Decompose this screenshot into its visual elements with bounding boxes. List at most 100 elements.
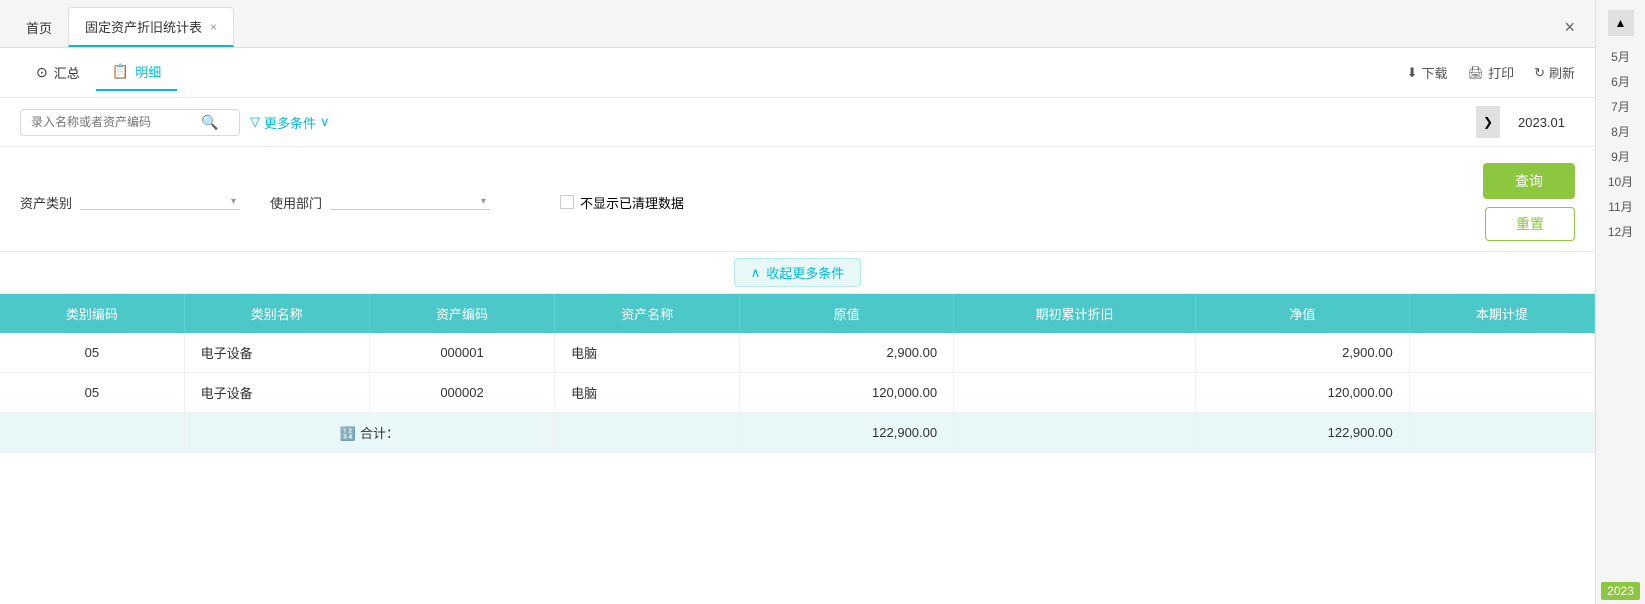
tab-home-label: 首页 [26, 18, 52, 37]
cell-net-value: 120,000.00 [1196, 373, 1410, 413]
search-icon[interactable]: 🔍 [201, 114, 218, 131]
top-actions: ⬇ 下载 🖨 打印 ↻ 刷新 [1407, 63, 1575, 82]
reset-button[interactable]: 重置 [1485, 207, 1575, 241]
summary-row: 🔢合计： 122,900.00 122,900.00 [0, 413, 1595, 453]
col-asset-name: 资产名称 [555, 294, 740, 333]
date-display: 2023.01 [1508, 115, 1575, 130]
nav-up-button[interactable]: ▲ [1608, 10, 1634, 36]
query-button[interactable]: 查询 [1483, 163, 1575, 199]
detail-icon: 📋 [112, 63, 129, 80]
chevron-down-icon: ∨ [320, 114, 330, 130]
asset-category-select[interactable]: ▾ [80, 194, 240, 210]
refresh-icon: ↻ [1534, 65, 1545, 81]
col-initial-depreciation: 期初累计折旧 [954, 294, 1196, 333]
cell-asset-code: 000002 [369, 373, 554, 413]
download-button[interactable]: ⬇ 下载 [1407, 63, 1448, 82]
cell-initial-depreciation [954, 373, 1196, 413]
table-container: 类别编码 类别名称 资产编码 资产名称 原值 期初累计折旧 净值 本期计提 05… [0, 294, 1595, 604]
refresh-button[interactable]: ↻ 刷新 [1534, 63, 1575, 82]
summary-current-provision [1409, 413, 1594, 453]
col-category-code: 类别编码 [0, 294, 184, 333]
collapse-label: 收起更多条件 [766, 263, 844, 282]
month-item[interactable]: 7月 [1602, 94, 1639, 119]
table-body: 05 电子设备 000001 电脑 2,900.00 2,900.00 05 电… [0, 333, 1595, 453]
window-close-button[interactable]: × [1554, 7, 1585, 47]
filter-btn-group: 查询 重置 [1483, 163, 1575, 241]
table-row: 05 电子设备 000002 电脑 120,000.00 120,000.00 [0, 373, 1595, 413]
top-nav: ⊙ 汇总 📋 明细 ⬇ 下载 🖨 打印 ↻ 刷新 [0, 48, 1595, 98]
col-original-value: 原值 [740, 294, 954, 333]
print-label: 打印 [1488, 63, 1514, 82]
month-item[interactable]: 11月 [1602, 194, 1639, 219]
month-item[interactable]: 6月 [1602, 69, 1639, 94]
month-item[interactable]: 5月 [1602, 44, 1639, 69]
collapse-bar: ∧ 收起更多条件 [0, 252, 1595, 294]
summary-initial-depreciation [954, 413, 1196, 453]
cell-category-name: 电子设备 [184, 333, 369, 373]
cell-category-code: 05 [0, 333, 184, 373]
asset-category-arrow: ▾ [231, 196, 236, 207]
col-asset-code: 资产编码 [369, 294, 554, 333]
hide-cleared-field: 不显示已清理数据 [560, 193, 684, 212]
filter-bar: 🔍 ▽ 更多条件 ∨ ❯ 2023.01 [0, 98, 1595, 147]
asset-category-field: 资产类别 ▾ [20, 193, 240, 212]
summary-label: 🔢合计： [184, 413, 555, 453]
collapse-up-icon: ∧ [751, 265, 761, 281]
summary-icon-cell [0, 413, 184, 453]
cell-category-name: 电子设备 [184, 373, 369, 413]
advanced-filter-panel: 资产类别 ▾ 使用部门 ▾ 不显示已清理数据 查询 重置 [0, 147, 1595, 252]
use-department-select[interactable]: ▾ [330, 194, 490, 210]
more-filter-button[interactable]: ▽ 更多条件 ∨ [250, 113, 330, 132]
month-item[interactable]: 10月 [1602, 169, 1639, 194]
refresh-label: 刷新 [1549, 63, 1575, 82]
cell-asset-name: 电脑 [555, 373, 740, 413]
print-button[interactable]: 🖨 打印 [1468, 63, 1515, 82]
detail-tab-button[interactable]: 📋 明细 [96, 54, 177, 91]
summary-btn-label: 汇总 [54, 63, 80, 82]
more-conditions-label: 更多条件 [264, 113, 316, 132]
summary-icon: ⊙ [36, 64, 48, 81]
data-table: 类别编码 类别名称 资产编码 资产名称 原值 期初累计折旧 净值 本期计提 05… [0, 294, 1595, 453]
month-item[interactable]: 8月 [1602, 119, 1639, 144]
summary-tab-button[interactable]: ⊙ 汇总 [20, 55, 96, 90]
col-net-value: 净值 [1196, 294, 1410, 333]
cell-asset-name: 电脑 [555, 333, 740, 373]
filter-icon: ▽ [250, 114, 260, 130]
summary-asset-name [555, 413, 740, 453]
cell-current-provision [1409, 333, 1594, 373]
collapse-button[interactable]: ∧ 收起更多条件 [734, 258, 862, 287]
summary-net-value: 122,900.00 [1196, 413, 1410, 453]
year-badge[interactable]: 2023 [1601, 582, 1640, 600]
tab-close-icon[interactable]: × [210, 20, 217, 34]
tab-active[interactable]: 固定资产折旧统计表 × [68, 7, 234, 47]
cell-category-code: 05 [0, 373, 184, 413]
table-row: 05 电子设备 000001 电脑 2,900.00 2,900.00 [0, 333, 1595, 373]
summary-list-icon: 🔢 [340, 426, 356, 441]
tab-bar: 首页 固定资产折旧统计表 × × [0, 0, 1595, 48]
cell-current-provision [1409, 373, 1594, 413]
download-icon: ⬇ [1407, 65, 1418, 81]
cell-net-value: 2,900.00 [1196, 333, 1410, 373]
month-list: 5月6月7月8月9月10月11月12月 [1602, 44, 1639, 244]
table-header: 类别编码 类别名称 资产编码 资产名称 原值 期初累计折旧 净值 本期计提 [0, 294, 1595, 333]
use-department-label: 使用部门 [270, 193, 322, 212]
cell-asset-code: 000001 [369, 333, 554, 373]
summary-original-value: 122,900.00 [740, 413, 954, 453]
col-current-provision: 本期计提 [1409, 294, 1594, 333]
download-label: 下载 [1422, 63, 1448, 82]
detail-btn-label: 明细 [135, 62, 161, 81]
search-input[interactable] [31, 115, 201, 129]
search-wrap: 🔍 [20, 109, 240, 136]
cell-initial-depreciation [954, 333, 1196, 373]
cell-original-value: 2,900.00 [740, 333, 954, 373]
hide-cleared-checkbox[interactable] [560, 195, 574, 209]
tab-home[interactable]: 首页 [10, 7, 68, 47]
cell-original-value: 120,000.00 [740, 373, 954, 413]
tab-active-label: 固定资产折旧统计表 [85, 17, 202, 36]
panel-collapse-button[interactable]: ❯ [1476, 106, 1500, 138]
filter-row-1: 资产类别 ▾ 使用部门 ▾ 不显示已清理数据 查询 重置 [20, 163, 1575, 241]
asset-category-label: 资产类别 [20, 193, 72, 212]
month-item[interactable]: 12月 [1602, 219, 1639, 244]
use-department-arrow: ▾ [481, 196, 486, 207]
month-item[interactable]: 9月 [1602, 144, 1639, 169]
